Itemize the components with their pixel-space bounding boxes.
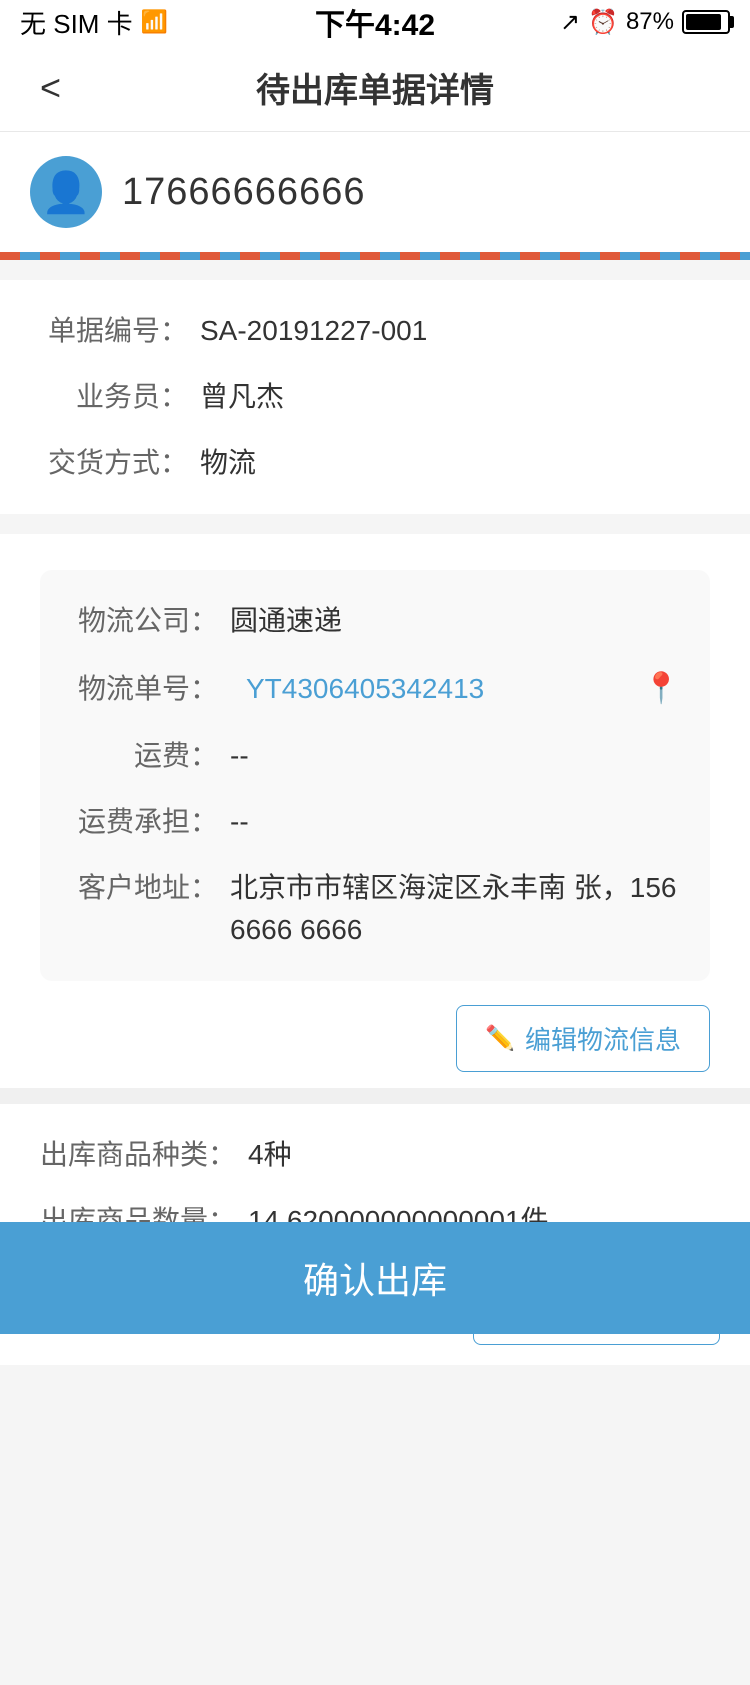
- address-row: 客户地址： 北京市市辖区海淀区永丰南 张，156 6666 6666: [70, 867, 680, 951]
- order-number-row: 单据编号： SA-20191227-001: [40, 310, 710, 352]
- logistics-tracking-label: 物流单号：: [70, 668, 230, 710]
- order-info-section: 单据编号： SA-20191227-001 业务员： 曾凡杰 交货方式： 物流: [0, 280, 750, 514]
- logistics-card: 物流公司： 圆通速递 物流单号： YT43064053424​13 📍 运费： …: [40, 570, 710, 981]
- freight-bearer-label: 运费承担：: [70, 801, 230, 843]
- spacer: [0, 1365, 750, 1565]
- page-title: 待出库单据详情: [256, 63, 494, 112]
- nav-bar: < 待出库单据详情: [0, 44, 750, 132]
- wifi-icon: 📶: [141, 9, 168, 35]
- dashed-separator: [0, 252, 750, 260]
- status-bar: 无 SIM 卡 📶 下午4:42 ↗ ⏰ 87%: [0, 0, 750, 44]
- order-number-value: SA-20191227-001: [200, 310, 710, 352]
- battery-bar: [682, 10, 730, 34]
- status-time: 下午4:42: [315, 0, 435, 44]
- edit-btn-label: 编辑物流信息: [525, 1020, 681, 1057]
- edit-logistics-button[interactable]: ✏️ 编辑物流信息: [456, 1005, 710, 1072]
- order-number-label: 单据编号：: [40, 310, 200, 352]
- freight-bearer-row: 运费承担： --: [70, 801, 680, 843]
- freight-bearer-value: --: [230, 801, 680, 843]
- goods-types-label: 出库商品种类：: [40, 1134, 248, 1176]
- avatar-icon: 👤: [41, 169, 91, 216]
- confirm-btn-container: 确认出库: [0, 1222, 750, 1334]
- goods-types-row: 出库商品种类： 4种: [40, 1134, 710, 1176]
- freight-row: 运费： --: [70, 735, 680, 777]
- freight-value: --: [230, 735, 680, 777]
- address-value: 北京市市辖区海淀区永丰南 张，156 6666 6666: [230, 867, 680, 951]
- address-label: 客户地址：: [70, 867, 230, 909]
- logistics-company-label: 物流公司：: [70, 600, 230, 642]
- battery-percent: 87%: [626, 8, 674, 36]
- logistics-company-value: 圆通速递: [230, 600, 680, 642]
- alarm-icon: ⏰: [588, 8, 618, 37]
- edit-btn-container: ✏️ 编辑物流信息: [40, 981, 710, 1078]
- location-status-icon: ↗: [560, 8, 580, 37]
- logistics-tracking-row: 物流单号： YT43064053424​13 📍: [70, 666, 680, 711]
- battery-fill: [686, 14, 721, 30]
- avatar: 👤: [30, 156, 102, 228]
- salesman-label: 业务员：: [40, 376, 200, 418]
- salesman-value: 曾凡杰: [200, 376, 710, 418]
- status-left: 无 SIM 卡 📶: [20, 4, 168, 41]
- salesman-row: 业务员： 曾凡杰: [40, 376, 710, 418]
- status-right: ↗ ⏰ 87%: [560, 8, 730, 37]
- edit-icon: ✏️: [485, 1024, 515, 1053]
- logistics-section: 物流公司： 圆通速递 物流单号： YT43064053424​13 📍 运费： …: [0, 534, 750, 1088]
- customer-header: 👤 17666666666: [0, 132, 750, 252]
- delivery-value: 物流: [200, 442, 710, 484]
- logistics-company-row: 物流公司： 圆通速递: [70, 600, 680, 642]
- customer-phone: 17666666666: [122, 171, 365, 214]
- freight-label: 运费：: [70, 735, 230, 777]
- delivery-row: 交货方式： 物流: [40, 442, 710, 484]
- delivery-label: 交货方式：: [40, 442, 200, 484]
- logistics-tracking-value: YT43064053424​13: [246, 668, 627, 710]
- page-content: 👤 17666666666 单据编号： SA-20191227-001 业务员：…: [0, 132, 750, 1685]
- tracking-location-icon[interactable]: 📍: [643, 666, 680, 711]
- goods-types-value: 4种: [248, 1134, 710, 1176]
- carrier-text: 无 SIM 卡: [20, 4, 133, 41]
- confirm-button[interactable]: 确认出库: [0, 1242, 750, 1314]
- section-divider: [0, 1088, 750, 1104]
- back-button[interactable]: <: [30, 57, 71, 119]
